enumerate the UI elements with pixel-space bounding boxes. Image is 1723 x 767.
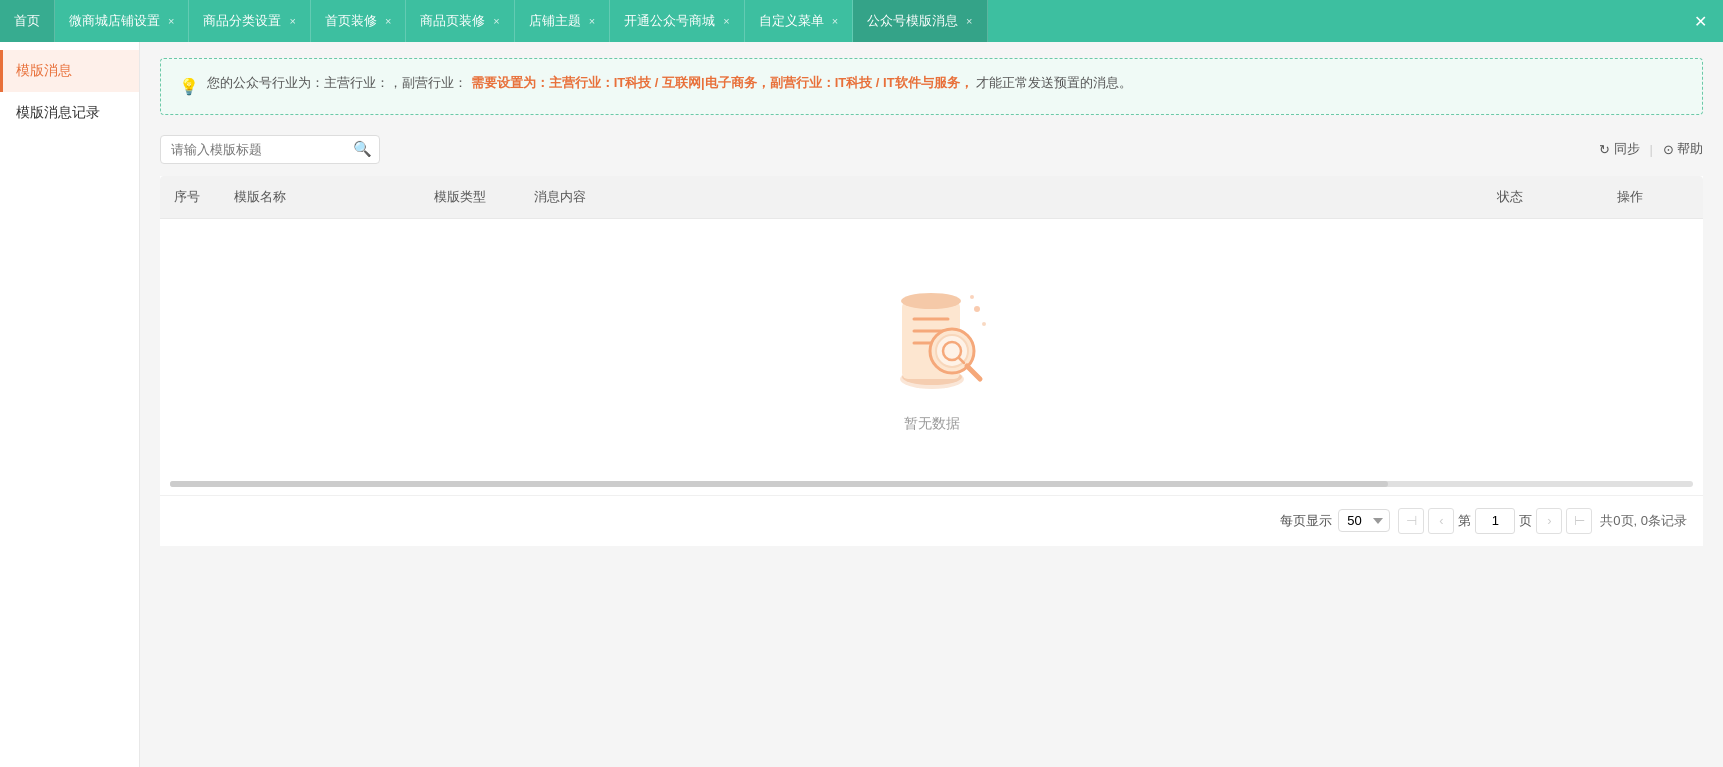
top-nav: 首页 微商城店铺设置 × 商品分类设置 × 首页装修 × 商品页装修 × 店铺主… xyxy=(0,0,1723,42)
page-word: 第 xyxy=(1458,512,1471,530)
nav-tab-product-page-decor-label: 商品页装修 xyxy=(420,12,485,30)
nav-tab-template-msg[interactable]: 公众号模版消息 × xyxy=(853,0,987,42)
nav-tab-store-theme[interactable]: 店铺主题 × xyxy=(515,0,610,42)
svg-point-14 xyxy=(970,295,974,299)
info-banner-suffix: 才能正常发送预置的消息。 xyxy=(976,75,1132,90)
close-product-page-decor-icon[interactable]: × xyxy=(493,15,499,27)
close-category-settings-icon[interactable]: × xyxy=(289,15,295,27)
nav-tab-store-theme-label: 店铺主题 xyxy=(529,12,581,30)
page-size-label: 每页显示 xyxy=(1280,512,1332,530)
close-template-msg-icon[interactable]: × xyxy=(966,15,972,27)
info-banner-text: 您的公众号行业为：主营行业：，副营行业： 需要设置为：主营行业：IT科技 / 互… xyxy=(207,73,1132,94)
col-header-content: 消息内容 xyxy=(520,176,1483,219)
empty-state-cell: 暂无数据 xyxy=(160,218,1703,473)
empty-text: 暂无数据 xyxy=(904,415,960,433)
pagination-bar: 每页显示 50 10 20 100 ⊣ ‹ 第 页 › ⊢ xyxy=(160,495,1703,546)
horizontal-scrollbar[interactable] xyxy=(170,481,1693,487)
nav-tab-store-settings-label: 微商城店铺设置 xyxy=(69,12,160,30)
content-area: 💡 您的公众号行业为：主营行业：，副营行业： 需要设置为：主营行业：IT科技 /… xyxy=(140,42,1723,767)
close-store-theme-icon[interactable]: × xyxy=(589,15,595,27)
sidebar-item-template-msg-record[interactable]: 模版消息记录 xyxy=(0,92,139,134)
nav-tab-home-decor[interactable]: 首页装修 × xyxy=(311,0,406,42)
info-banner-highlight: 需要设置为：主营行业：IT科技 / 互联网|电子商务，副营行业：IT科技 / I… xyxy=(471,75,973,90)
search-input-wrapper: 🔍 xyxy=(160,135,380,164)
page-size-dropdown[interactable]: 50 10 20 100 xyxy=(1338,509,1390,532)
sidebar: 模版消息 模版消息记录 xyxy=(0,42,140,767)
nav-tab-category-settings[interactable]: 商品分类设置 × xyxy=(189,0,310,42)
svg-point-13 xyxy=(982,322,986,326)
first-page-button[interactable]: ⊣ xyxy=(1398,508,1424,534)
page-number-input[interactable] xyxy=(1475,508,1515,534)
sidebar-item-template-msg[interactable]: 模版消息 xyxy=(0,50,139,92)
col-header-action: 操作 xyxy=(1603,176,1703,219)
close-open-mall-icon[interactable]: × xyxy=(723,15,729,27)
sync-button[interactable]: ↻ 同步 xyxy=(1599,140,1640,158)
table-header-row: 序号 模版名称 模版类型 消息内容 状态 xyxy=(160,176,1703,219)
data-table: 序号 模版名称 模版类型 消息内容 状态 xyxy=(160,176,1703,473)
col-header-status: 状态 xyxy=(1483,176,1603,219)
search-bar: 🔍 ↻ 同步 | ⊙ 帮助 xyxy=(160,135,1703,164)
table-container: 序号 模版名称 模版类型 消息内容 状态 xyxy=(160,176,1703,546)
info-banner: 💡 您的公众号行业为：主营行业：，副营行业： 需要设置为：主营行业：IT科技 /… xyxy=(160,58,1703,115)
nav-tab-template-msg-label: 公众号模版消息 xyxy=(867,12,958,30)
empty-state: 暂无数据 xyxy=(160,219,1703,473)
nav-tab-home-decor-label: 首页装修 xyxy=(325,12,377,30)
empty-illustration xyxy=(872,279,992,399)
sync-icon: ↻ xyxy=(1599,142,1610,157)
sidebar-item-template-msg-label: 模版消息 xyxy=(16,62,72,78)
close-home-decor-icon[interactable]: × xyxy=(385,15,391,27)
divider: | xyxy=(1650,142,1653,157)
help-button[interactable]: ⊙ 帮助 xyxy=(1663,140,1703,158)
bulb-icon: 💡 xyxy=(179,74,199,100)
nav-tab-custom-menu-label: 自定义菜单 xyxy=(759,12,824,30)
nav-tab-store-settings[interactable]: 微商城店铺设置 × xyxy=(55,0,189,42)
svg-point-12 xyxy=(974,306,980,312)
nav-tab-home[interactable]: 首页 xyxy=(0,0,55,42)
page-unit: 页 xyxy=(1519,512,1532,530)
nav-tab-custom-menu[interactable]: 自定义菜单 × xyxy=(745,0,853,42)
close-custom-menu-icon[interactable]: × xyxy=(832,15,838,27)
scrollbar-thumb xyxy=(170,481,1388,487)
search-input[interactable] xyxy=(160,135,380,164)
nav-tab-category-settings-label: 商品分类设置 xyxy=(203,12,281,30)
search-icon[interactable]: 🔍 xyxy=(353,140,372,158)
svg-line-9 xyxy=(967,366,980,379)
search-right: ↻ 同步 | ⊙ 帮助 xyxy=(1599,140,1703,158)
col-header-seq: 序号 xyxy=(160,176,220,219)
nav-tab-product-page-decor[interactable]: 商品页装修 × xyxy=(406,0,514,42)
nav-tab-open-mall-label: 开通公众号商城 xyxy=(624,12,715,30)
page-nav: ⊣ ‹ 第 页 › ⊢ xyxy=(1398,508,1592,534)
close-all-button[interactable]: ✕ xyxy=(1678,0,1723,42)
info-banner-prefix: 您的公众号行业为：主营行业：，副营行业： xyxy=(207,75,467,90)
search-left: 🔍 xyxy=(160,135,380,164)
sync-label: 同步 xyxy=(1614,140,1640,158)
nav-tab-open-mall[interactable]: 开通公众号商城 × xyxy=(610,0,744,42)
empty-state-row: 暂无数据 xyxy=(160,218,1703,473)
sidebar-item-template-msg-record-label: 模版消息记录 xyxy=(16,104,100,120)
prev-page-button[interactable]: ‹ xyxy=(1428,508,1454,534)
close-all-icon: ✕ xyxy=(1694,12,1707,31)
page-size-select: 每页显示 50 10 20 100 xyxy=(1280,509,1390,532)
help-label: 帮助 xyxy=(1677,140,1703,158)
close-store-settings-icon[interactable]: × xyxy=(168,15,174,27)
col-header-type: 模版类型 xyxy=(420,176,520,219)
total-info: 共0页, 0条记录 xyxy=(1600,512,1687,530)
scroll-bar-area xyxy=(160,473,1703,495)
main-layout: 模版消息 模版消息记录 💡 您的公众号行业为：主营行业：，副营行业： 需要设置为… xyxy=(0,42,1723,767)
next-page-button[interactable]: › xyxy=(1536,508,1562,534)
svg-point-3 xyxy=(901,293,961,309)
col-header-name: 模版名称 xyxy=(220,176,420,219)
last-page-button[interactable]: ⊢ xyxy=(1566,508,1592,534)
help-icon: ⊙ xyxy=(1663,142,1674,157)
nav-tab-home-label: 首页 xyxy=(14,12,40,30)
